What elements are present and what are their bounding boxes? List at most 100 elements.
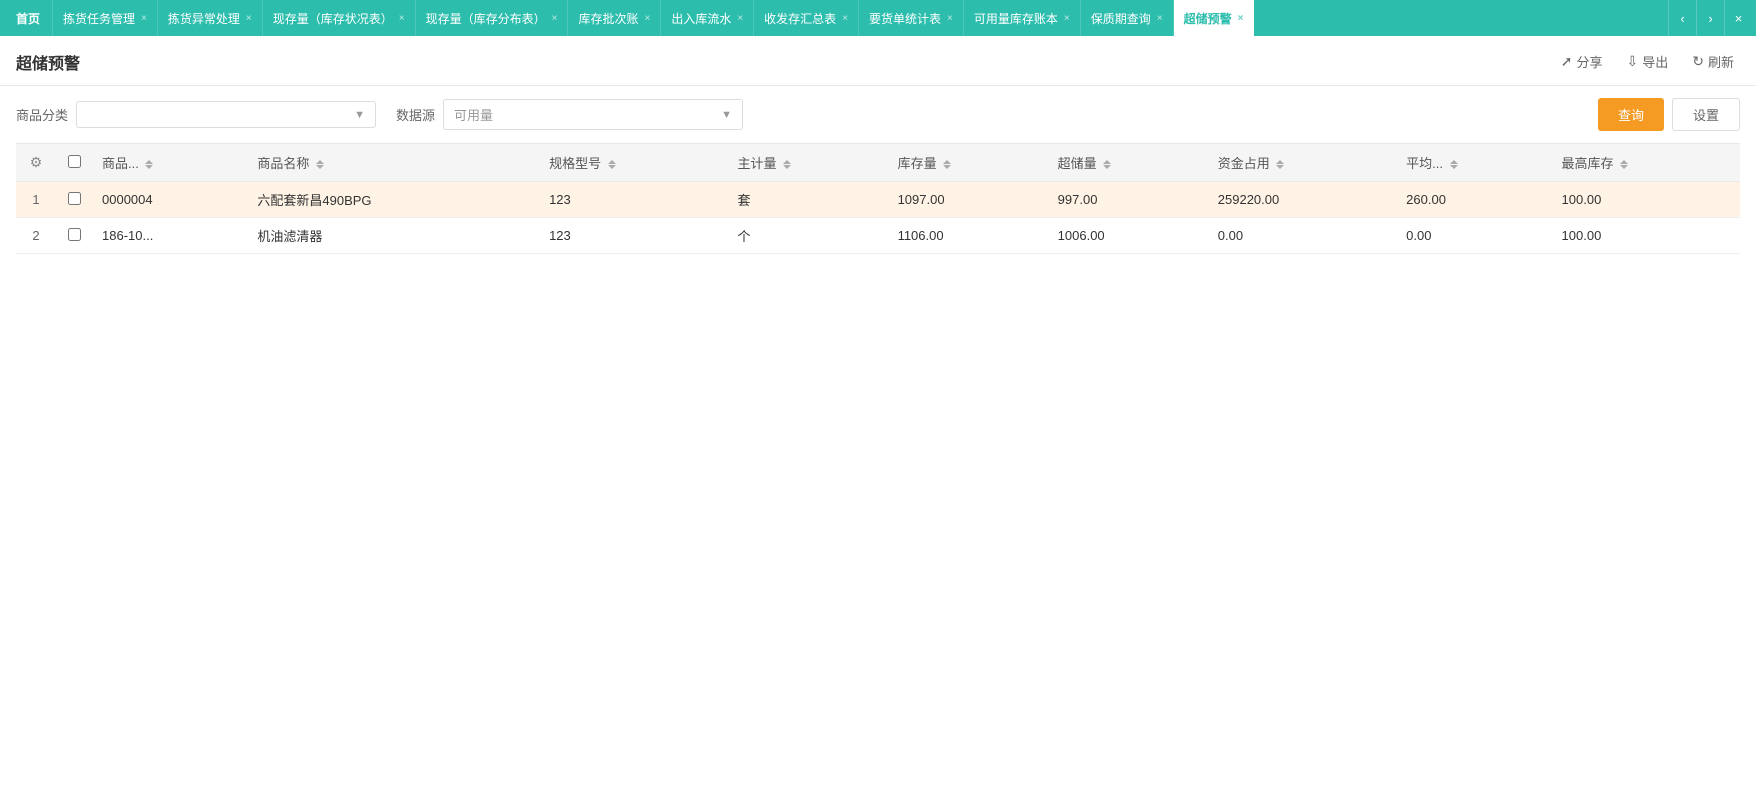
column-product-name[interactable]: 商品名称 [247, 144, 539, 182]
close-tab-icon[interactable]: × [947, 13, 953, 24]
cell-over-stock: 997.00 [1048, 182, 1208, 218]
share-icon: ➚ [1561, 53, 1573, 70]
share-button[interactable]: ➚ 分享 [1555, 48, 1609, 75]
sort-icon [145, 160, 153, 169]
datasource-filter-group: 数据源 可用量 ▼ [396, 99, 743, 130]
table-row[interactable]: 1 0000004 六配套新昌490BPG 123 套 1097.00 997.… [16, 182, 1740, 218]
row-checkbox-cell[interactable] [56, 218, 92, 254]
page-header: 超储预警 ➚ 分享 ⇩ 导出 ↻ 刷新 [0, 36, 1756, 86]
cell-stock: 1097.00 [888, 182, 1048, 218]
close-tab-icon[interactable]: × [1238, 13, 1244, 24]
row-checkbox[interactable] [68, 192, 81, 205]
overstock-table: ⚙ 商品... 商品名称 [16, 143, 1740, 254]
column-over-stock[interactable]: 超储量 [1048, 144, 1208, 182]
settings-button[interactable]: 设置 [1672, 98, 1740, 131]
cell-over-stock: 1006.00 [1048, 218, 1208, 254]
column-max-stock[interactable]: 最高库存 [1552, 144, 1740, 182]
cell-product-name: 六配套新昌490BPG [247, 182, 539, 218]
row-number: 2 [16, 218, 56, 254]
row-checkbox[interactable] [68, 228, 81, 241]
nav-next-arrow[interactable]: › [1696, 0, 1724, 36]
filter-row: 商品分类 ▼ 数据源 可用量 ▼ 查询 设置 [0, 86, 1756, 143]
close-tab-icon[interactable]: × [1157, 13, 1163, 24]
cell-unit: 套 [727, 182, 887, 218]
row-checkbox-cell[interactable] [56, 182, 92, 218]
close-tab-icon[interactable]: × [644, 13, 650, 24]
table-body: 1 0000004 六配套新昌490BPG 123 套 1097.00 997.… [16, 182, 1740, 254]
page-container: 超储预警 ➚ 分享 ⇩ 导出 ↻ 刷新 商品分类 ▼ 数据源 [0, 36, 1756, 800]
cell-avg: 0.00 [1396, 218, 1551, 254]
cell-max-stock: 100.00 [1552, 182, 1740, 218]
export-icon: ⇩ [1627, 53, 1639, 70]
column-settings[interactable]: ⚙ [16, 144, 56, 182]
tab-overstock-warning[interactable]: 超储预警 × [1174, 0, 1255, 36]
query-button[interactable]: 查询 [1598, 98, 1664, 131]
sort-icon [1620, 160, 1628, 169]
tab-stock-status[interactable]: 现存量（库存状况表） × [263, 0, 416, 36]
tab-task-management[interactable]: 拣货任务管理 × [53, 0, 158, 36]
category-select[interactable]: ▼ [76, 101, 376, 128]
refresh-icon: ↻ [1692, 53, 1704, 70]
nav-prev-arrow[interactable]: ‹ [1668, 0, 1696, 36]
close-tab-icon[interactable]: × [552, 13, 558, 24]
tab-summary[interactable]: 收发存汇总表 × [754, 0, 859, 36]
category-filter-group: 商品分类 ▼ [16, 101, 376, 128]
column-product-code[interactable]: 商品... [92, 144, 247, 182]
select-all-checkbox[interactable] [68, 155, 81, 168]
cell-unit: 个 [727, 218, 887, 254]
export-button[interactable]: ⇩ 导出 [1621, 48, 1675, 75]
cell-max-stock: 100.00 [1552, 218, 1740, 254]
table-header-row: ⚙ 商品... 商品名称 [16, 144, 1740, 182]
tab-shelf-life[interactable]: 保质期查询 × [1081, 0, 1174, 36]
top-navigation: 首页 拣货任务管理 × 拣货异常处理 × 现存量（库存状况表） × 现存量（库存… [0, 0, 1756, 36]
category-label: 商品分类 [16, 105, 68, 124]
column-avg[interactable]: 平均... [1396, 144, 1551, 182]
datasource-chevron-icon: ▼ [721, 109, 732, 121]
nav-close-arrow[interactable]: × [1724, 0, 1752, 36]
cell-capital: 259220.00 [1208, 182, 1396, 218]
tab-stock-batch[interactable]: 库存批次账 × [568, 0, 661, 36]
cell-product-code: 0000004 [92, 182, 247, 218]
refresh-button[interactable]: ↻ 刷新 [1686, 48, 1740, 75]
cell-stock: 1106.00 [888, 218, 1048, 254]
close-tab-icon[interactable]: × [399, 13, 405, 24]
tab-exception-handling[interactable]: 拣货异常处理 × [158, 0, 263, 36]
close-tab-icon[interactable]: × [737, 13, 743, 24]
header-actions: ➚ 分享 ⇩ 导出 ↻ 刷新 [1555, 48, 1740, 75]
datasource-select[interactable]: 可用量 ▼ [443, 99, 743, 130]
sort-icon [316, 160, 324, 169]
sort-icon [1276, 160, 1284, 169]
category-chevron-icon: ▼ [354, 109, 365, 121]
tab-requisition-stats[interactable]: 要货单统计表 × [859, 0, 964, 36]
nav-arrows: ‹ › × [1668, 0, 1752, 36]
cell-product-name: 机油滤清器 [247, 218, 539, 254]
close-tab-icon[interactable]: × [1064, 13, 1070, 24]
column-capital[interactable]: 资金占用 [1208, 144, 1396, 182]
gear-icon[interactable]: ⚙ [30, 154, 43, 170]
cell-capital: 0.00 [1208, 218, 1396, 254]
sort-icon [783, 160, 791, 169]
tab-inout-flow[interactable]: 出入库流水 × [661, 0, 754, 36]
tab-available-stock[interactable]: 可用量库存账本 × [964, 0, 1081, 36]
tab-stock-distribution[interactable]: 现存量（库存分布表） × [416, 0, 569, 36]
sort-icon [1103, 160, 1111, 169]
column-stock[interactable]: 库存量 [888, 144, 1048, 182]
column-spec[interactable]: 规格型号 [539, 144, 727, 182]
datasource-label: 数据源 [396, 105, 435, 124]
sort-icon [608, 160, 616, 169]
column-unit[interactable]: 主计量 [727, 144, 887, 182]
cell-product-code: 186-10... [92, 218, 247, 254]
close-tab-icon[interactable]: × [842, 13, 848, 24]
page-title: 超储预警 [16, 50, 80, 74]
row-number: 1 [16, 182, 56, 218]
column-checkbox [56, 144, 92, 182]
nav-home[interactable]: 首页 [4, 0, 53, 36]
close-tab-icon[interactable]: × [141, 13, 147, 24]
sort-icon [943, 160, 951, 169]
table-row[interactable]: 2 186-10... 机油滤清器 123 个 1106.00 1006.00 … [16, 218, 1740, 254]
cell-avg: 260.00 [1396, 182, 1551, 218]
table-container: ⚙ 商品... 商品名称 [0, 143, 1756, 254]
filter-buttons: 查询 设置 [1598, 98, 1740, 131]
close-tab-icon[interactable]: × [246, 13, 252, 24]
cell-spec: 123 [539, 182, 727, 218]
